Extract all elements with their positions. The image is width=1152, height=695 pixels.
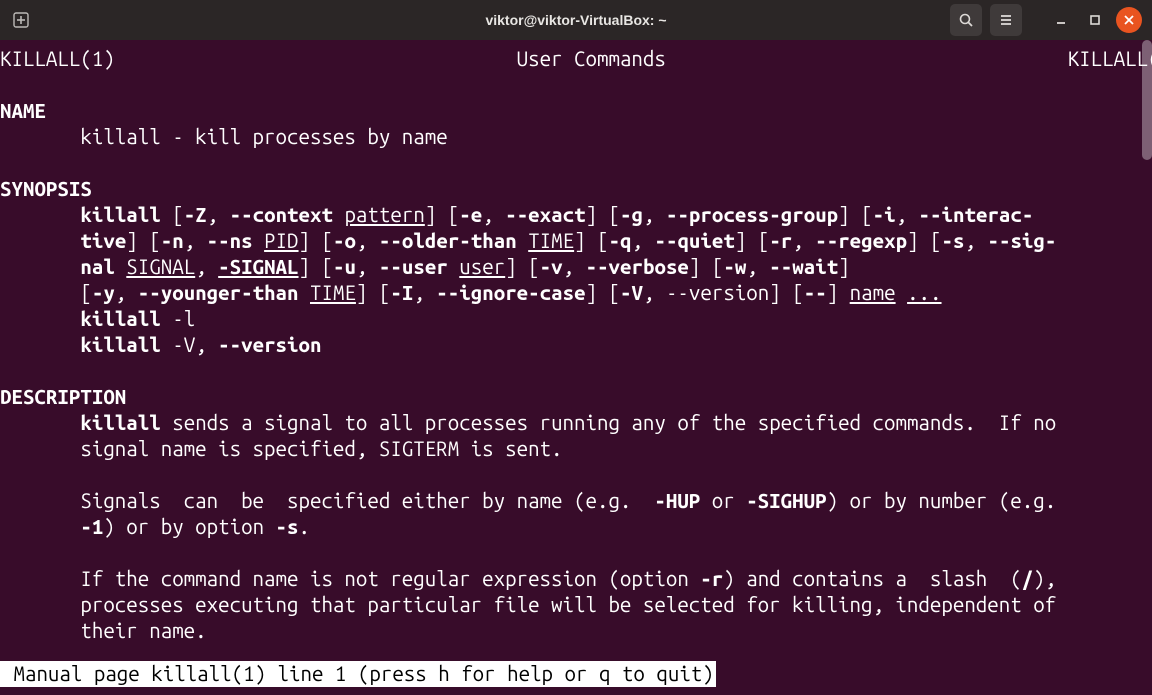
- desc-line-5: If the command name is not regular expre…: [0, 566, 1152, 592]
- desc-line-4: -1) or by option -s.: [0, 514, 1152, 540]
- maximize-button[interactable]: [1082, 7, 1108, 33]
- synopsis-line-3: nal SIGNAL, -SIGNAL] [-u, --user user] […: [0, 254, 1152, 280]
- blank-line: [0, 150, 1152, 176]
- minimize-button[interactable]: [1048, 7, 1074, 33]
- blank-line: [0, 358, 1152, 384]
- titlebar-left: [0, 0, 38, 40]
- synopsis-line-1: killall [-Z, --context pattern] [-e, --e…: [0, 202, 1152, 228]
- header-right: KILLALL(1): [1068, 47, 1152, 70]
- blank-line: [0, 540, 1152, 566]
- man-status-line: Manual page killall(1) line 1 (press h f…: [0, 661, 716, 687]
- description-heading: DESCRIPTION: [0, 384, 1152, 410]
- titlebar: viktor@viktor-VirtualBox: ~: [0, 0, 1152, 40]
- blank-line: [0, 462, 1152, 488]
- blank-line: [0, 72, 1152, 98]
- scrollbar-track[interactable]: [1142, 40, 1152, 695]
- scrollbar-thumb[interactable]: [1142, 40, 1152, 160]
- desc-line-6: processes executing that particular file…: [0, 592, 1152, 618]
- header-left: KILLALL(1): [0, 47, 115, 70]
- menu-button[interactable]: [990, 4, 1022, 36]
- synopsis-heading: SYNOPSIS: [0, 176, 1152, 202]
- search-button[interactable]: [950, 4, 982, 36]
- terminal-window: viktor@viktor-VirtualBox: ~ KILLALL(1): [0, 0, 1152, 695]
- desc-line-2: signal name is specified, SIGTERM is sen…: [0, 436, 1152, 462]
- desc-line-3: Signals can be specified either by name …: [0, 488, 1152, 514]
- close-button[interactable]: [1116, 7, 1142, 33]
- synopsis-line-5: killall -l: [0, 306, 1152, 332]
- man-header-line: KILLALL(1) User Commands KILLALL(1): [0, 46, 1152, 72]
- desc-line-1: killall sends a signal to all processes …: [0, 410, 1152, 436]
- titlebar-right: [950, 4, 1152, 36]
- new-tab-icon[interactable]: [10, 9, 32, 31]
- terminal-content[interactable]: KILLALL(1) User Commands KILLALL(1) NAME…: [0, 40, 1152, 644]
- name-heading: NAME: [0, 98, 1152, 124]
- header-center: User Commands: [517, 47, 666, 70]
- synopsis-line-2: tive] [-n, --ns PID] [-o, --older-than T…: [0, 228, 1152, 254]
- synopsis-line-6: killall -V, --version: [0, 332, 1152, 358]
- desc-line-7: their name.: [0, 618, 1152, 644]
- name-line: killall - kill processes by name: [0, 124, 1152, 150]
- synopsis-line-4: [-y, --younger-than TIME] [-I, --ignore-…: [0, 280, 1152, 306]
